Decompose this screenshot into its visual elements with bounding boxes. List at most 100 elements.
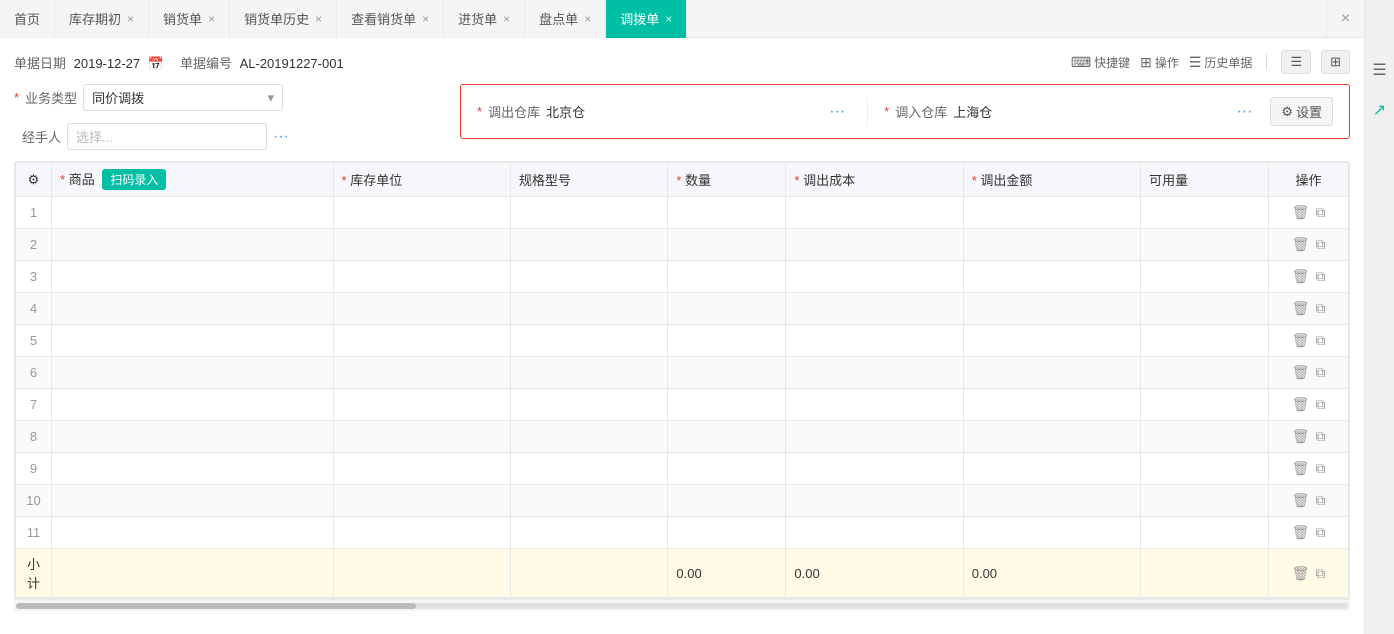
copy-row-5-button[interactable]: ⧉ bbox=[1315, 332, 1325, 349]
delete-row-5-button[interactable]: 🗑 bbox=[1292, 332, 1310, 349]
cell-unit-8[interactable] bbox=[333, 421, 510, 453]
cell-transfer-amount-4[interactable] bbox=[963, 293, 1140, 325]
tab-stocktake[interactable]: 盘点单 × bbox=[525, 0, 606, 38]
cell-transfer-cost-9[interactable] bbox=[786, 453, 963, 485]
cell-unit-11[interactable] bbox=[333, 517, 510, 549]
cell-qty-6[interactable] bbox=[668, 357, 786, 389]
copy-row-8-button[interactable]: ⧉ bbox=[1315, 428, 1325, 445]
cell-transfer-amount-9[interactable] bbox=[963, 453, 1140, 485]
tab-stocktake-close[interactable]: × bbox=[584, 12, 591, 26]
tab-sales-history-close[interactable]: × bbox=[315, 12, 322, 26]
cell-spec-6[interactable] bbox=[510, 357, 668, 389]
cell-product-10[interactable] bbox=[52, 485, 334, 517]
cell-unit-1[interactable] bbox=[333, 197, 510, 229]
copy-row-9-button[interactable]: ⧉ bbox=[1315, 460, 1325, 477]
cell-spec-7[interactable] bbox=[510, 389, 668, 421]
cell-spec-5[interactable] bbox=[510, 325, 668, 357]
cell-transfer-amount-3[interactable] bbox=[963, 261, 1140, 293]
cell-transfer-amount-11[interactable] bbox=[963, 517, 1140, 549]
copy-row-1-button[interactable]: ⧉ bbox=[1315, 204, 1325, 221]
tab-transfer-order-close[interactable]: × bbox=[665, 12, 672, 26]
cell-available-3[interactable] bbox=[1141, 261, 1269, 293]
delete-row-7-button[interactable]: 🗑 bbox=[1292, 396, 1310, 413]
tab-purchase-order[interactable]: 进货单 × bbox=[444, 0, 525, 38]
layout-list-button[interactable]: ☰ bbox=[1281, 50, 1311, 74]
cell-spec-3[interactable] bbox=[510, 261, 668, 293]
cell-unit-5[interactable] bbox=[333, 325, 510, 357]
history-button[interactable]: ☰ 历史单据 bbox=[1189, 54, 1253, 71]
cell-transfer-cost-4[interactable] bbox=[786, 293, 963, 325]
layout-grid-button[interactable]: ⊞ bbox=[1321, 50, 1350, 74]
cell-transfer-amount-8[interactable] bbox=[963, 421, 1140, 453]
sidebar-external-icon[interactable]: ↗ bbox=[1373, 100, 1386, 120]
th-gear[interactable]: ⚙ bbox=[16, 163, 52, 197]
copy-row-4-button[interactable]: ⧉ bbox=[1315, 300, 1325, 317]
delete-row-1-button[interactable]: 🗑 bbox=[1292, 204, 1310, 221]
cell-available-7[interactable] bbox=[1141, 389, 1269, 421]
tab-sales-order[interactable]: 销货单 × bbox=[149, 0, 230, 38]
cell-unit-4[interactable] bbox=[333, 293, 510, 325]
cell-available-11[interactable] bbox=[1141, 517, 1269, 549]
cell-qty-2[interactable] bbox=[668, 229, 786, 261]
cell-transfer-cost-11[interactable] bbox=[786, 517, 963, 549]
cell-spec-9[interactable] bbox=[510, 453, 668, 485]
horizontal-scrollbar[interactable] bbox=[14, 599, 1350, 611]
delete-row-4-button[interactable]: 🗑 bbox=[1292, 300, 1310, 317]
cell-product-7[interactable] bbox=[52, 389, 334, 421]
cell-transfer-cost-7[interactable] bbox=[786, 389, 963, 421]
cell-spec-4[interactable] bbox=[510, 293, 668, 325]
cell-unit-10[interactable] bbox=[333, 485, 510, 517]
cell-transfer-amount-6[interactable] bbox=[963, 357, 1140, 389]
cell-product-11[interactable] bbox=[52, 517, 334, 549]
business-type-select[interactable]: 同价调拨 ▾ bbox=[83, 84, 283, 111]
close-all-tabs-button[interactable]: × bbox=[1326, 0, 1364, 38]
cell-transfer-cost-5[interactable] bbox=[786, 325, 963, 357]
cell-available-10[interactable] bbox=[1141, 485, 1269, 517]
tab-sales-order-close[interactable]: × bbox=[208, 12, 215, 26]
cell-spec-10[interactable] bbox=[510, 485, 668, 517]
cell-product-2[interactable] bbox=[52, 229, 334, 261]
cell-available-5[interactable] bbox=[1141, 325, 1269, 357]
cell-product-4[interactable] bbox=[52, 293, 334, 325]
out-warehouse-dots-button[interactable]: ··· bbox=[823, 103, 851, 121]
cell-qty-8[interactable] bbox=[668, 421, 786, 453]
setting-button[interactable]: ⚙ 设置 bbox=[1270, 97, 1333, 126]
cell-qty-10[interactable] bbox=[668, 485, 786, 517]
cell-product-9[interactable] bbox=[52, 453, 334, 485]
in-warehouse-dots-button[interactable]: ··· bbox=[1230, 103, 1258, 121]
tab-view-sales[interactable]: 查看销货单 × bbox=[337, 0, 444, 38]
cell-product-8[interactable] bbox=[52, 421, 334, 453]
cell-product-5[interactable] bbox=[52, 325, 334, 357]
delete-subtotal-button[interactable]: 🗑 bbox=[1292, 565, 1310, 582]
delete-row-3-button[interactable]: 🗑 bbox=[1292, 268, 1310, 285]
copy-row-6-button[interactable]: ⧉ bbox=[1315, 364, 1325, 381]
cell-qty-7[interactable] bbox=[668, 389, 786, 421]
tab-sales-history[interactable]: 销货单历史 × bbox=[230, 0, 337, 38]
copy-subtotal-button[interactable]: ⧉ bbox=[1315, 565, 1325, 582]
cell-available-8[interactable] bbox=[1141, 421, 1269, 453]
cell-qty-1[interactable] bbox=[668, 197, 786, 229]
sidebar-list-icon[interactable]: ☰ bbox=[1372, 60, 1386, 80]
copy-row-11-button[interactable]: ⧉ bbox=[1315, 524, 1325, 541]
operations-button[interactable]: ⊞ 操作 bbox=[1140, 54, 1179, 71]
cell-qty-5[interactable] bbox=[668, 325, 786, 357]
cell-unit-7[interactable] bbox=[333, 389, 510, 421]
cell-transfer-cost-6[interactable] bbox=[786, 357, 963, 389]
tab-home[interactable]: 首页 bbox=[0, 0, 55, 38]
cell-unit-2[interactable] bbox=[333, 229, 510, 261]
calendar-icon[interactable]: 📅 bbox=[148, 56, 164, 71]
cell-spec-1[interactable] bbox=[510, 197, 668, 229]
cell-product-6[interactable] bbox=[52, 357, 334, 389]
delete-row-11-button[interactable]: 🗑 bbox=[1292, 524, 1310, 541]
cell-transfer-cost-10[interactable] bbox=[786, 485, 963, 517]
copy-row-10-button[interactable]: ⧉ bbox=[1315, 492, 1325, 509]
handler-input[interactable]: 选择... bbox=[67, 123, 267, 150]
tab-inventory-init[interactable]: 库存期初 × bbox=[55, 0, 149, 38]
tab-purchase-order-close[interactable]: × bbox=[503, 12, 510, 26]
scan-input-button[interactable]: 扫码录入 bbox=[102, 169, 166, 190]
cell-qty-11[interactable] bbox=[668, 517, 786, 549]
cell-unit-3[interactable] bbox=[333, 261, 510, 293]
cell-qty-3[interactable] bbox=[668, 261, 786, 293]
cell-available-2[interactable] bbox=[1141, 229, 1269, 261]
cell-transfer-cost-3[interactable] bbox=[786, 261, 963, 293]
